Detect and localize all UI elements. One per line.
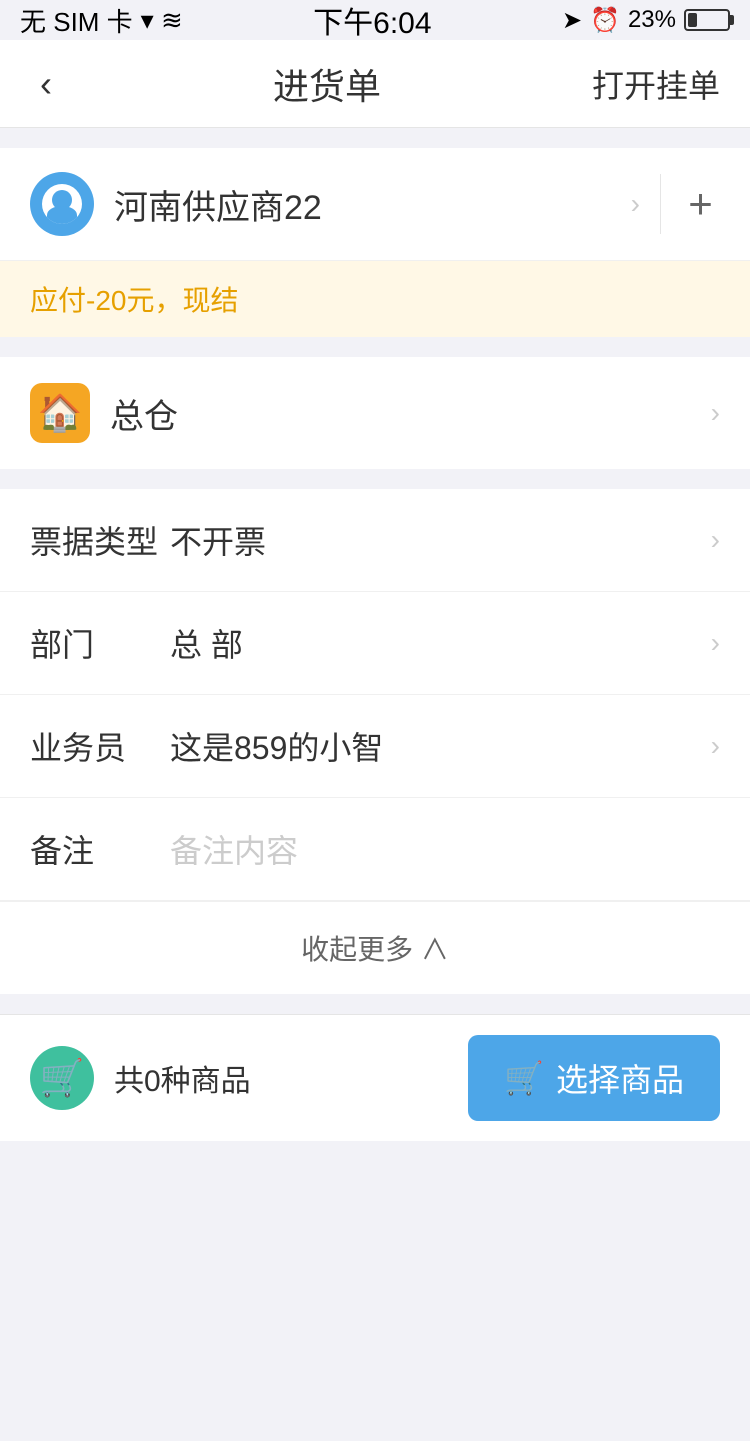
product-count-text: 共0种商品 bbox=[114, 1056, 468, 1100]
supplier-avatar bbox=[30, 172, 94, 236]
select-product-button[interactable]: 🛒 选择商品 bbox=[468, 1035, 720, 1121]
avatar-icon bbox=[42, 184, 82, 224]
warehouse-svg-icon: 🏠 bbox=[38, 392, 83, 434]
location-icon: ➤ bbox=[562, 6, 582, 35]
notice-text: 应付-20元，现结 bbox=[30, 285, 238, 316]
warehouse-chevron-icon: › bbox=[711, 397, 720, 429]
collapse-button[interactable]: 收起更多 ∧ bbox=[0, 901, 750, 994]
ticket-type-chevron-icon: › bbox=[711, 524, 720, 556]
department-label: 部门 bbox=[30, 620, 170, 666]
open-pending-button[interactable]: 打开挂单 bbox=[592, 61, 720, 107]
supplier-section: 河南供应商22 › + 应付-20元，现结 bbox=[0, 148, 750, 337]
salesman-label: 业务员 bbox=[30, 723, 170, 769]
collapse-label: 收起更多 ∧ bbox=[301, 928, 449, 968]
ticket-type-value: 不开票 bbox=[170, 517, 711, 563]
notice-bar: 应付-20元，现结 bbox=[0, 261, 750, 337]
status-right: ➤ ⏰ 23% bbox=[562, 6, 730, 35]
battery-icon bbox=[684, 9, 730, 31]
remark-row[interactable]: 备注 备注内容 bbox=[0, 798, 750, 901]
alarm-icon: ⏰ bbox=[590, 6, 620, 35]
status-bar: 无 SIM 卡 ▾ ≋ 下午6:04 ➤ ⏰ 23% bbox=[0, 0, 750, 40]
status-left: 无 SIM 卡 ▾ ≋ bbox=[20, 2, 183, 39]
form-section: 票据类型 不开票 › 部门 总 部 › 业务员 这是859的小智 › 备注 备注… bbox=[0, 489, 750, 994]
avatar-body bbox=[47, 206, 77, 224]
select-product-label: 选择商品 bbox=[556, 1055, 684, 1101]
supplier-name: 河南供应商22 bbox=[114, 180, 631, 229]
salesman-chevron-icon: › bbox=[711, 730, 720, 762]
remark-input[interactable]: 备注内容 bbox=[170, 826, 720, 872]
carrier-label: 无 SIM 卡 bbox=[20, 2, 133, 39]
battery-label: 23% bbox=[628, 6, 676, 34]
cart-icon-container: 🛒 bbox=[30, 1046, 94, 1110]
ticket-type-row[interactable]: 票据类型 不开票 › bbox=[0, 489, 750, 592]
warehouse-icon: 🏠 bbox=[30, 383, 90, 443]
salesman-value: 这是859的小智 bbox=[170, 723, 711, 769]
department-chevron-icon: › bbox=[711, 627, 720, 659]
salesman-row[interactable]: 业务员 这是859的小智 › bbox=[0, 695, 750, 798]
gap-1 bbox=[0, 128, 750, 148]
time-label: 下午6:04 bbox=[313, 0, 431, 42]
supplier-row[interactable]: 河南供应商22 › + bbox=[0, 148, 750, 261]
cart-icon: 🛒 bbox=[40, 1057, 85, 1099]
ticket-type-label: 票据类型 bbox=[30, 517, 170, 563]
department-row[interactable]: 部门 总 部 › bbox=[0, 592, 750, 695]
back-button[interactable]: ‹ bbox=[30, 53, 62, 115]
page-title: 进货单 bbox=[273, 58, 381, 110]
nav-bar: ‹ 进货单 打开挂单 bbox=[0, 40, 750, 128]
warehouse-section: 🏠 总仓 › bbox=[0, 357, 750, 469]
bottom-toolbar: 🛒 共0种商品 🛒 选择商品 bbox=[0, 1014, 750, 1141]
warehouse-name: 总仓 bbox=[110, 389, 711, 438]
add-supplier-button[interactable]: + bbox=[660, 174, 720, 234]
wifi-icon: ▾ ≋ bbox=[141, 5, 183, 36]
department-value: 总 部 bbox=[170, 620, 711, 666]
supplier-chevron-icon: › bbox=[631, 188, 640, 220]
page-background bbox=[0, 1141, 750, 1441]
select-product-icon: 🛒 bbox=[504, 1059, 544, 1097]
remark-label: 备注 bbox=[30, 826, 170, 872]
warehouse-row[interactable]: 🏠 总仓 › bbox=[0, 357, 750, 469]
